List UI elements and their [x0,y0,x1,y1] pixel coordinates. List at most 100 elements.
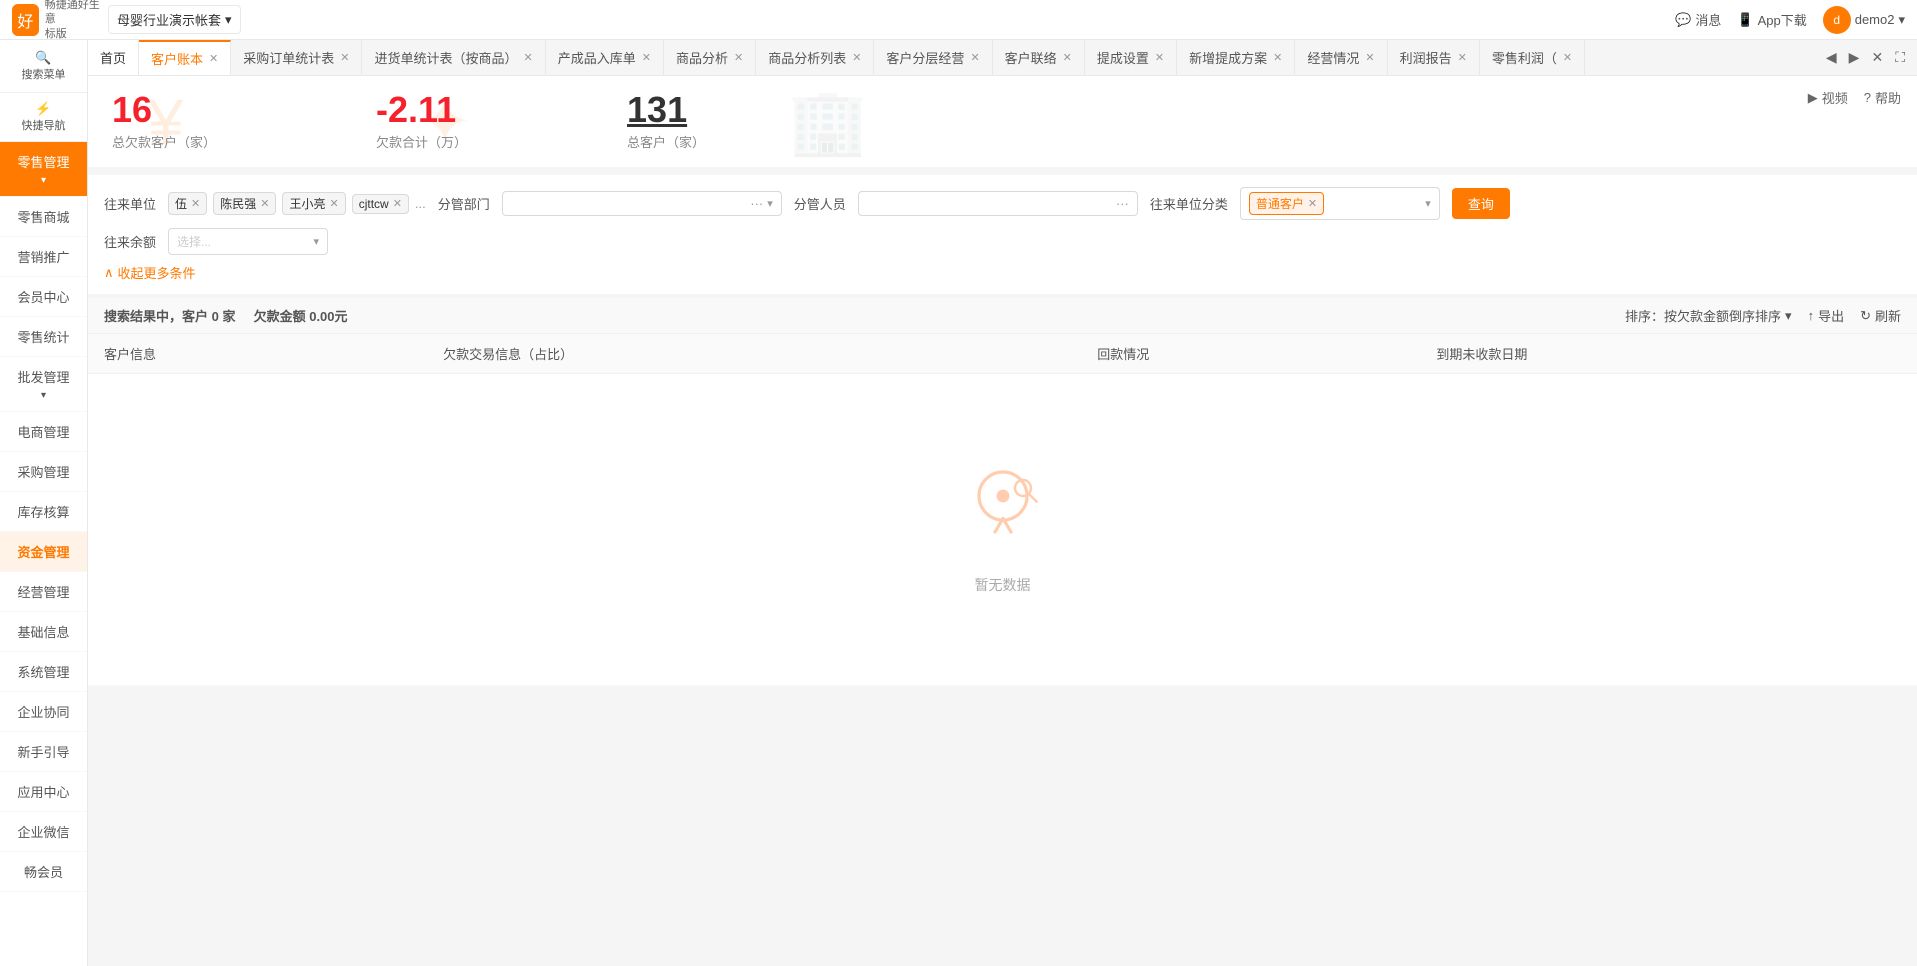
branch-person-dots[interactable]: ··· [1116,196,1129,211]
tab-product-analysis[interactable]: 商品分析 ✕ [664,40,756,76]
tab-customer-segment[interactable]: 客户分层经营 ✕ [874,40,992,76]
filter-tag-close-1[interactable]: ✕ [191,197,200,210]
tab-close-customer-book[interactable]: ✕ [209,52,218,65]
tab-purchase-order-stats[interactable]: 采购订单统计表 ✕ [231,40,362,76]
tab-next-button[interactable]: ▶ [1845,47,1864,68]
unit-category-tag[interactable]: 普通客户 ✕ [1249,192,1324,215]
user-profile[interactable]: d demo2 ▾ [1823,6,1905,34]
sidebar-item-retail-stats[interactable]: 零售统计 [0,317,87,357]
stats-help-area: ▶ 视频 ? 帮助 [1808,88,1901,107]
tab-close-customer-contact[interactable]: ✕ [1063,51,1072,64]
tab-prev-button[interactable]: ◀ [1822,47,1841,68]
tab-close-product-analysis[interactable]: ✕ [734,51,743,64]
empty-row: 暂无数据 [88,374,1917,686]
tab-maximize-button[interactable]: ⛶ [1891,47,1909,68]
unit-category-tag-close[interactable]: ✕ [1308,197,1317,210]
tab-product-analysis-list[interactable]: 商品分析列表 ✕ [756,40,874,76]
sidebar-search[interactable]: 🔍 搜索菜单 [0,40,87,93]
page-content: ¥ 16 总欠款客户（家） ✦ -2.11 欠款合计（万） 🏢 131 总客户（… [88,76,1917,966]
branch-person-dropdown[interactable]: ··· [858,191,1138,216]
tab-close-product-analysis-list[interactable]: ✕ [852,51,861,64]
filter-tag-close-2[interactable]: ✕ [260,197,269,210]
branch-dept-dropdown[interactable]: ··· ▾ [502,191,782,216]
sidebar: 🔍 搜索菜单 ⚡ 快捷导航 零售管理 ▾ 零售商城 营销推广 会员中心 零售统计… [0,40,88,966]
filter-tag-1[interactable]: 伍 ✕ [168,192,207,215]
tab-customer-contact[interactable]: 客户联络 ✕ [993,40,1085,76]
empty-cell: 暂无数据 [88,374,1917,686]
sidebar-item-basic-info[interactable]: 基础信息 [0,612,87,652]
message-button[interactable]: 💬 消息 [1675,10,1721,29]
sidebar-item-marketing[interactable]: 营销推广 [0,237,87,277]
filter-more-tags[interactable]: ... [415,196,426,211]
table-header-row: 客户信息 欠款交易信息（占比） 回款情况 到期未收款日期 [88,334,1917,374]
unit-category-dropdown[interactable]: 普通客户 ✕ ▾ [1240,187,1440,220]
search-result-bar: 搜索结果中，客户 0 家 欠款金额 0.00元 排序：按欠款金额倒序排序 ▾ ↑… [88,298,1917,334]
store-selector[interactable]: 母婴行业演示帐套 ▾ [108,5,241,34]
tab-operations-status[interactable]: 经营情况 ✕ [1295,40,1387,76]
empty-state-svg [963,464,1043,544]
branch-dept-dots[interactable]: ··· [750,196,763,211]
sidebar-item-retail-mall[interactable]: 零售商城 [0,197,87,237]
filter-tag-close-3[interactable]: ✕ [330,197,339,210]
app-download-button[interactable]: 📱 App下载 [1737,10,1806,29]
trading-unit-label: 往来单位 [104,194,156,213]
tab-retail-profit[interactable]: 零售利润（ ✕ [1480,40,1585,76]
tab-close-new-promo[interactable]: ✕ [1273,51,1282,64]
remainder-arrow: ▾ [313,235,319,248]
tab-close-operations-status[interactable]: ✕ [1365,51,1374,64]
tab-promo-settings[interactable]: 提成设置 ✕ [1085,40,1177,76]
sidebar-item-operations-mgmt[interactable]: 经营管理 [0,572,87,612]
filter-tag-4[interactable]: cjttcw ✕ [352,194,409,214]
help-button[interactable]: ? 帮助 [1864,88,1901,107]
sidebar-item-inventory[interactable]: 库存核算 [0,492,87,532]
stat-block-total-customers: 131 总客户（家） [547,92,765,151]
refresh-button[interactable]: ↻ 刷新 [1860,306,1901,325]
sort-select[interactable]: 排序：按欠款金额倒序排序 ▾ [1625,306,1792,325]
play-icon: ▶ [1808,90,1818,106]
sidebar-item-capital-mgmt[interactable]: 资金管理 [0,532,87,572]
tab-new-promo[interactable]: 新增提成方案 ✕ [1177,40,1295,76]
video-button[interactable]: ▶ 视频 [1808,88,1848,107]
sidebar-item-app-center[interactable]: 应用中心 [0,772,87,812]
tab-close-profit-report[interactable]: ✕ [1458,51,1467,64]
export-button[interactable]: ↑ 导出 [1808,306,1845,325]
stats-section: ¥ 16 总欠款客户（家） ✦ -2.11 欠款合计（万） 🏢 131 总客户（… [88,76,1917,167]
tab-close-all-button[interactable]: ✕ [1867,47,1887,68]
tab-customer-book[interactable]: 客户账本 ✕ [139,40,231,76]
sidebar-item-purchase-mgmt[interactable]: 采购管理 [0,452,87,492]
sidebar-item-new-guide[interactable]: 新手引导 [0,732,87,772]
top-bar: 好 畅捷通好生意 标版 母婴行业演示帐套 ▾ 💬 消息 📱 App下载 d de… [0,0,1917,40]
tab-close-retail-profit[interactable]: ✕ [1563,51,1572,64]
content-area: 首页 客户账本 ✕ 采购订单统计表 ✕ 进货单统计表（按商品） ✕ 产成品入库单… [88,40,1917,966]
tab-home[interactable]: 首页 [88,40,139,76]
sidebar-quick-nav[interactable]: ⚡ 快捷导航 [0,93,87,142]
tab-profit-report[interactable]: 利润报告 ✕ [1388,40,1480,76]
sidebar-item-retail-mgmt[interactable]: 零售管理 ▾ [0,142,87,197]
sidebar-item-member-center[interactable]: 会员中心 [0,277,87,317]
filter-tag-3[interactable]: 王小亮 ✕ [282,192,345,215]
tab-close-inbound[interactable]: ✕ [524,51,533,64]
filter-tag-close-4[interactable]: ✕ [393,197,402,210]
stat-label-total-customers: 总客户（家） [627,132,705,151]
tab-close-promo-settings[interactable]: ✕ [1155,51,1164,64]
tab-close-purchase-order[interactable]: ✕ [340,51,349,64]
sidebar-item-wholesale-mgmt[interactable]: 批发管理 ▾ [0,357,87,412]
sidebar-item-enterprise-wechat[interactable]: 企业微信 [0,812,87,852]
unit-category-arrow: ▾ [1425,197,1431,210]
sidebar-item-pro-member[interactable]: 畅会员 [0,852,87,892]
filter-row-2: 往来余额 选择... ▾ [104,228,1901,255]
remainder-select[interactable]: 选择... ▾ [168,228,328,255]
collapse-button[interactable]: ∧ 收起更多条件 [104,263,1901,282]
empty-text: 暂无数据 [975,575,1031,595]
tab-product-inbound[interactable]: 产成品入库单 ✕ [546,40,664,76]
sidebar-item-enterprise-collab[interactable]: 企业协同 [0,692,87,732]
query-button[interactable]: 查询 [1452,188,1510,219]
tab-inbound-stats[interactable]: 进货单统计表（按商品） ✕ [362,40,545,76]
table-header: 客户信息 欠款交易信息（占比） 回款情况 到期未收款日期 [88,334,1917,374]
tab-close-product-inbound[interactable]: ✕ [642,51,651,64]
sidebar-item-ecommerce-mgmt[interactable]: 电商管理 [0,412,87,452]
filter-tag-2[interactable]: 陈民强 ✕ [213,192,276,215]
filter-section: 往来单位 伍 ✕ 陈民强 ✕ 王小亮 ✕ [88,175,1917,294]
sidebar-item-system-mgmt[interactable]: 系统管理 [0,652,87,692]
tab-close-customer-segment[interactable]: ✕ [970,51,979,64]
